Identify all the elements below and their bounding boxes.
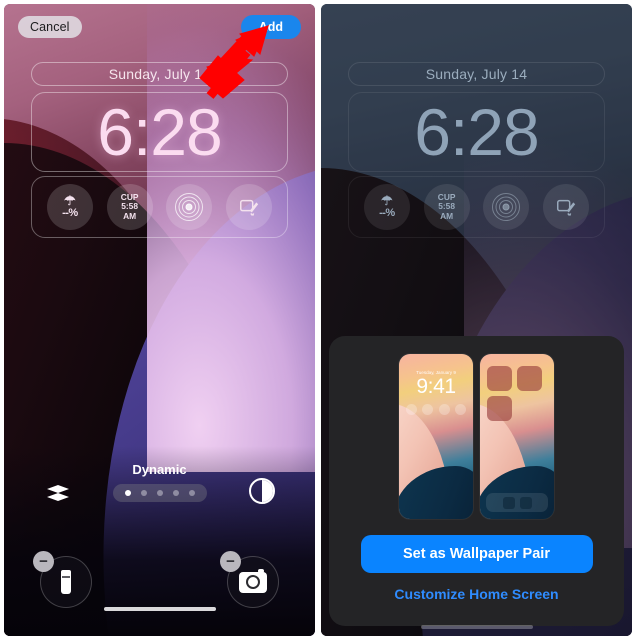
left-phone-panel: Cancel Add Sunday, July 14 6:28 ☂ --% CU… — [4, 4, 315, 636]
activity-rings-widget-dim — [483, 184, 530, 230]
umbrella-icon: ☂ — [64, 193, 76, 209]
page-dots[interactable] — [112, 484, 207, 502]
preview-app-icons — [487, 366, 542, 421]
flashlight-remove-badge[interactable]: − — [33, 551, 54, 572]
quick-actions-row: − − — [4, 548, 315, 618]
weather-value-dim: --% — [379, 207, 395, 220]
page-dot-1[interactable] — [124, 490, 131, 496]
weather-widget-dim: ☂ --% — [363, 184, 410, 230]
lock-screen-preview-thumb[interactable]: Tuesday, January 9 9:41 — [399, 354, 473, 519]
cancel-button[interactable]: Cancel — [18, 16, 82, 38]
camera-icon — [239, 568, 267, 593]
preview-time: 9:41 — [416, 375, 456, 398]
preview-widget-4 — [454, 404, 466, 415]
page-dot-3[interactable] — [156, 490, 163, 496]
lock-screen-preview-dimmed: Sunday, July 14 6:28 ☂ --% CUP 5:58 AM T… — [321, 4, 632, 636]
preview-dock-2 — [519, 496, 532, 509]
page-dot-5[interactable] — [188, 490, 195, 496]
editor-topbar: Cancel Add — [18, 14, 301, 40]
preview-widget-2 — [422, 404, 434, 415]
preview-app-1 — [487, 366, 512, 391]
date-widget-frame-dim: Sunday, July 14 — [348, 62, 605, 86]
widget-row-frame[interactable]: ☂ --% CUP 5:58 AM — [31, 176, 288, 238]
umbrella-icon: ☂ — [381, 193, 393, 209]
rings-icon — [175, 193, 204, 221]
preview-app-2 — [517, 366, 542, 391]
rings-icon — [492, 193, 521, 221]
right-phone-panel: Sunday, July 14 6:28 ☂ --% CUP 5:58 AM T… — [321, 4, 632, 636]
style-picker: Dynamic — [4, 462, 315, 524]
preview-dock-1 — [502, 496, 515, 509]
clock-text-dim: 6:28 — [414, 95, 539, 169]
preview-dock — [486, 493, 548, 512]
preview-app-3 — [487, 396, 512, 421]
date-text: Sunday, July 14 — [108, 66, 211, 82]
page-dot-2[interactable] — [140, 490, 147, 496]
page-dot-4[interactable] — [172, 490, 179, 496]
alarm-widget[interactable]: CUP 5:58 AM — [106, 184, 153, 230]
style-name-label: Dynamic — [132, 462, 187, 477]
markup-widget-dim — [543, 184, 590, 230]
activity-rings-widget[interactable] — [166, 184, 213, 230]
weather-widget[interactable]: ☂ --% — [46, 184, 93, 230]
clock-text: 6:28 — [97, 95, 222, 169]
camera-button[interactable]: − — [220, 551, 279, 608]
clock-widget-frame[interactable]: 6:28 — [31, 92, 288, 172]
alarm-meridiem-dim: AM — [440, 210, 454, 221]
layers-button[interactable] — [44, 480, 72, 508]
home-screen-preview-thumb[interactable] — [480, 354, 554, 519]
layers-icon — [47, 485, 69, 503]
wallpaper-pair-sheet: Tuesday, January 9 9:41 Set as Wallpaper… — [329, 336, 624, 626]
camera-remove-badge[interactable]: − — [220, 551, 241, 572]
home-indicator-dim — [420, 625, 533, 629]
home-indicator — [103, 607, 216, 611]
contrast-button[interactable] — [249, 478, 275, 504]
clock-widget-frame-dim: 6:28 — [348, 92, 605, 172]
customize-home-screen-link[interactable]: Customize Home Screen — [394, 586, 558, 602]
alarm-meridiem: AM — [123, 210, 137, 221]
pencil-markup-icon — [557, 199, 576, 216]
weather-value: --% — [62, 207, 78, 220]
flashlight-button[interactable]: − — [33, 551, 92, 608]
widget-row-frame-dim: ☂ --% CUP 5:58 AM — [348, 176, 605, 238]
alarm-widget-dim: CUP 5:58 AM — [423, 184, 470, 230]
set-as-wallpaper-pair-button[interactable]: Set as Wallpaper Pair — [360, 535, 593, 573]
markup-widget[interactable] — [226, 184, 273, 230]
preview-widgets — [406, 404, 466, 415]
date-text-dim: Sunday, July 14 — [425, 66, 528, 82]
wallpaper-previews: Tuesday, January 9 9:41 — [399, 354, 554, 519]
add-button[interactable]: Add — [240, 15, 301, 39]
screenshot-stage: Cancel Add Sunday, July 14 6:28 ☂ --% CU… — [0, 0, 640, 640]
date-widget-frame[interactable]: Sunday, July 14 — [31, 62, 288, 86]
preview-widget-3 — [438, 404, 450, 415]
preview-widget-1 — [406, 404, 417, 415]
flashlight-icon — [61, 570, 71, 594]
lock-screen-editor: Cancel Add Sunday, July 14 6:28 ☂ --% CU… — [4, 4, 315, 636]
pencil-markup-icon — [240, 199, 259, 216]
